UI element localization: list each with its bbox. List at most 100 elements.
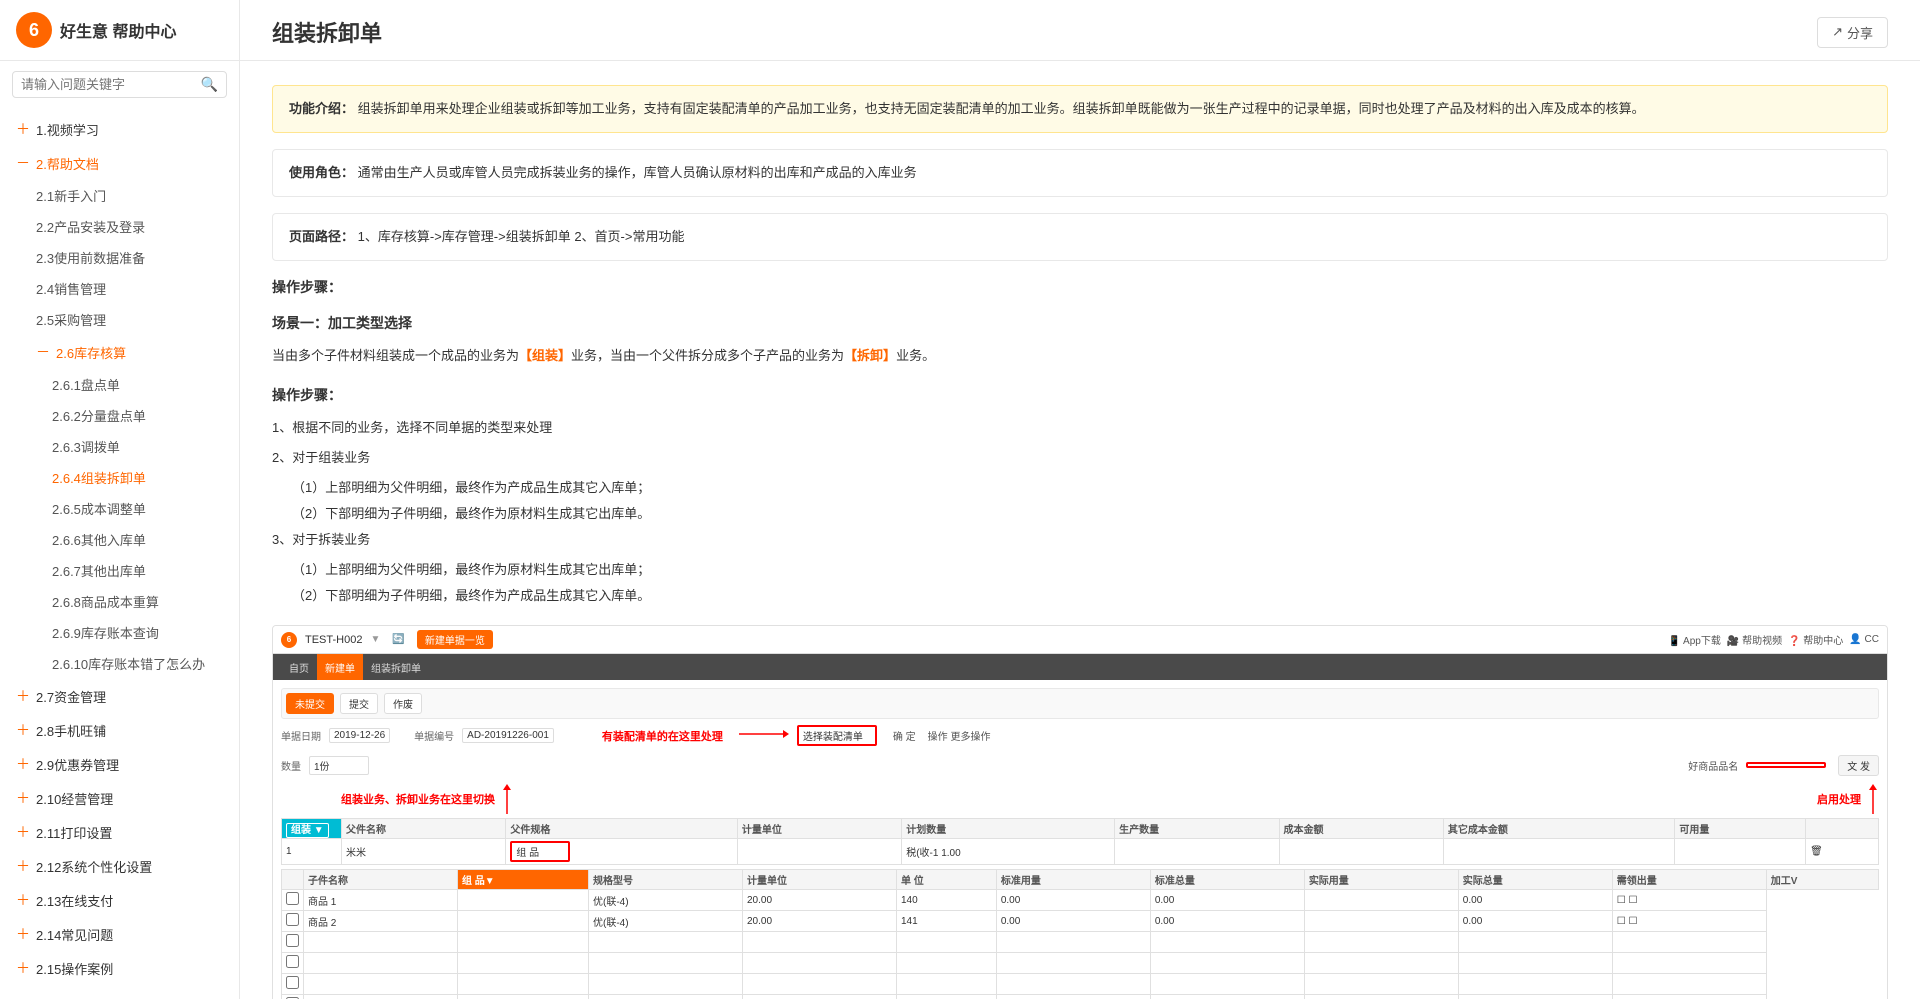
sidebar-item-2-15[interactable]: ＋ 2.15操作案例 bbox=[0, 951, 239, 985]
sidebar-item-2-6-10[interactable]: 2.6.10库存账本错了怎么办 bbox=[0, 648, 239, 679]
sidebar-item-2-10[interactable]: ＋ 2.10经营管理 bbox=[0, 781, 239, 815]
row-checkbox[interactable] bbox=[286, 976, 299, 989]
nav-label: 2.8手机旺铺 bbox=[36, 721, 106, 740]
func-intro-label: 功能介绍： bbox=[289, 101, 354, 116]
nav-label: 2.10经营管理 bbox=[36, 789, 113, 808]
step2: 2、对于组装业务 bbox=[272, 445, 1888, 471]
sidebar-item-2-6-4[interactable]: 2.6.4组装拆卸单 bbox=[0, 462, 239, 493]
sidebar-item-2-6-1[interactable]: 2.6.1盘点单 bbox=[0, 369, 239, 400]
sim-qty-label: 数量 bbox=[281, 758, 301, 773]
scene-title: 场景一：加工类型选择 bbox=[272, 313, 1888, 333]
sim-nav-home[interactable]: 自页 bbox=[281, 654, 317, 680]
search-input[interactable] bbox=[21, 77, 201, 92]
sim-screen: 6 TEST-H002 ▼ 🔄 新建单据一览 📱 App下载 🎥 帮助视频 ❓ … bbox=[273, 626, 1887, 999]
share-button[interactable]: ↗ 分享 bbox=[1817, 17, 1888, 48]
sim-add-row-btn[interactable]: 文 发 bbox=[1838, 755, 1879, 776]
annotation-arrow-3 bbox=[1867, 784, 1879, 814]
nav-list: ＋ 1.视频学习 － 2.帮助文档 2.1新手入门 2.2产品安装及登录 2.3… bbox=[0, 108, 239, 999]
col-prod-qty: 生产数量 bbox=[1115, 819, 1279, 839]
sidebar-item-2-6-6[interactable]: 2.6.6其他入库单 bbox=[0, 524, 239, 555]
col-parent-name: 父件名称 bbox=[342, 819, 506, 839]
col-avail: 可用量 bbox=[1675, 819, 1806, 839]
sim-qty-val[interactable]: 1份 bbox=[309, 756, 369, 775]
sim-date-input[interactable]: 2019-12-26 bbox=[329, 728, 390, 743]
sim-enable-input[interactable] bbox=[1746, 762, 1826, 768]
row-checkbox[interactable] bbox=[286, 934, 299, 947]
sidebar-item-2-5[interactable]: 2.5采购管理 bbox=[0, 304, 239, 335]
col-action bbox=[1806, 819, 1879, 839]
sidebar-item-2-6-8[interactable]: 2.6.8商品成本重算 bbox=[0, 586, 239, 617]
steps-title: 操作步骤： bbox=[272, 385, 1888, 405]
row-checkbox[interactable] bbox=[286, 913, 299, 926]
nav-label: 2.13在线支付 bbox=[36, 891, 113, 910]
logo-icon: 6 bbox=[16, 12, 52, 48]
sim-add-btn[interactable]: 文 发 bbox=[1838, 755, 1879, 776]
sidebar-item-2-6-9[interactable]: 2.6.9库存账本查询 bbox=[0, 617, 239, 648]
sim-dropdown-icon: ▼ bbox=[370, 634, 380, 645]
table-row bbox=[282, 953, 1879, 974]
search-icon[interactable]: 🔍 bbox=[201, 76, 218, 93]
annotation-arrow-2 bbox=[501, 784, 513, 814]
step3: 3、对于拆装业务 bbox=[272, 527, 1888, 553]
sidebar-item-2-7[interactable]: ＋ 2.7资金管理 bbox=[0, 679, 239, 713]
sim-toolbar: 未提交 提交 作废 bbox=[281, 688, 1879, 719]
step1: 1、根据不同的业务，选择不同单据的类型来处理 bbox=[272, 415, 1888, 441]
sidebar-item-2-8[interactable]: ＋ 2.8手机旺铺 bbox=[0, 713, 239, 747]
sidebar-item-2[interactable]: － 2.帮助文档 bbox=[0, 146, 239, 180]
sidebar-item-2-12[interactable]: ＋ 2.12系统个性化设置 bbox=[0, 849, 239, 883]
sidebar-item-2-6-3[interactable]: 2.6.3调拨单 bbox=[0, 431, 239, 462]
col-std-unit: 单 位 bbox=[896, 870, 996, 890]
sim-btn-submit[interactable]: 提交 bbox=[340, 693, 378, 714]
parent-spec-input[interactable]: 组 品 bbox=[510, 841, 570, 862]
sim-type-select[interactable]: 选择装配清单 bbox=[797, 725, 877, 746]
col-child-name: 子件名称 bbox=[304, 870, 458, 890]
step3-1: （1）上部明细为父件明细，最终作为原材料生成其它出库单； bbox=[292, 557, 1888, 583]
col-child-unit: 计量单位 bbox=[742, 870, 896, 890]
nav-label: 2.11打印设置 bbox=[36, 823, 112, 842]
brand-name: 好生意 帮助中心 bbox=[60, 18, 176, 42]
sim-btn-cancel[interactable]: 作废 bbox=[384, 693, 422, 714]
step3-2: （2）下部明细为子件明细，最终作为产成品生成其它入库单。 bbox=[292, 583, 1888, 609]
sim-new-btn[interactable]: 新建单据一览 bbox=[417, 630, 493, 649]
sidebar-item-2-6-7[interactable]: 2.6.7其他出库单 bbox=[0, 555, 239, 586]
role-text: 通常由生产人员或库管人员完成拆装业务的操作，库管人员确认原材料的出库和产成品的入… bbox=[358, 165, 917, 180]
step2-2: （2）下部明细为子件明细，最终作为原材料生成其它出库单。 bbox=[292, 501, 1888, 527]
annotation-1-text: 有装配清单的在这里处理 bbox=[602, 728, 723, 744]
sim-enable-label: 好商品品名 bbox=[1688, 758, 1738, 773]
col-cost: 成本金额 bbox=[1279, 819, 1443, 839]
nav-label: 1.视频学习 bbox=[36, 120, 99, 139]
expand-icon: ＋ bbox=[16, 720, 30, 740]
sidebar-item-2-3[interactable]: 2.3使用前数据准备 bbox=[0, 242, 239, 273]
main-header: 组装拆卸单 ↗ 分享 bbox=[240, 0, 1920, 61]
sidebar-item-2-6-5[interactable]: 2.6.5成本调整单 bbox=[0, 493, 239, 524]
sidebar-item-2-6[interactable]: － 2.6库存核算 bbox=[0, 335, 239, 369]
sim-nav-assembly[interactable]: 组装拆卸单 bbox=[363, 654, 429, 680]
col-plan-qty: 计划数量 bbox=[902, 819, 1115, 839]
sidebar-item-2-11[interactable]: ＋ 2.11打印设置 bbox=[0, 815, 239, 849]
sidebar-item-2-14[interactable]: ＋ 2.14常见问题 bbox=[0, 917, 239, 951]
func-intro-text: 组装拆卸单用来处理企业组装或拆卸等加工业务，支持有固定装配清单的产品加工业务，也… bbox=[358, 101, 1645, 116]
annotation-3-text: 启用处理 bbox=[1817, 791, 1861, 807]
sim-help-center: ❓ 帮助中心 bbox=[1788, 632, 1843, 647]
role-label: 使用角色： bbox=[289, 165, 354, 180]
expand-icon: ＋ bbox=[16, 856, 30, 876]
table-row: 商品 1 优(联-4) 20.00 140 0.00 0.00 0.00 ☐ ☐ bbox=[282, 890, 1879, 911]
sidebar-item-2-6-2[interactable]: 2.6.2分量盘点单 bbox=[0, 400, 239, 431]
sim-confirm-btn[interactable]: 确 定 bbox=[893, 728, 916, 743]
sidebar-item-2-1[interactable]: 2.1新手入门 bbox=[0, 180, 239, 211]
row-checkbox[interactable] bbox=[286, 955, 299, 968]
sim-topbar: 6 TEST-H002 ▼ 🔄 新建单据一览 📱 App下载 🎥 帮助视频 ❓ … bbox=[273, 626, 1887, 654]
sidebar-item-2-13[interactable]: ＋ 2.13在线支付 bbox=[0, 883, 239, 917]
sim-num-input[interactable]: AD-20191226-001 bbox=[462, 728, 554, 743]
search-box[interactable]: 🔍 bbox=[12, 71, 227, 98]
sim-btn-uncommitted[interactable]: 未提交 bbox=[286, 693, 334, 714]
share-icon: ↗ bbox=[1832, 24, 1843, 40]
sidebar-item-2-4[interactable]: 2.4销售管理 bbox=[0, 273, 239, 304]
sim-nav-new[interactable]: 新建单 bbox=[317, 654, 363, 680]
row-checkbox[interactable] bbox=[286, 892, 299, 905]
sidebar-item-2-9[interactable]: ＋ 2.9优惠券管理 bbox=[0, 747, 239, 781]
sidebar-item-2-2[interactable]: 2.2产品安装及登录 bbox=[0, 211, 239, 242]
col-actual-total: 实际总量 bbox=[1458, 870, 1612, 890]
sim-help-video: 🎥 帮助视频 bbox=[1727, 632, 1782, 647]
sidebar-item-1[interactable]: ＋ 1.视频学习 bbox=[0, 112, 239, 146]
